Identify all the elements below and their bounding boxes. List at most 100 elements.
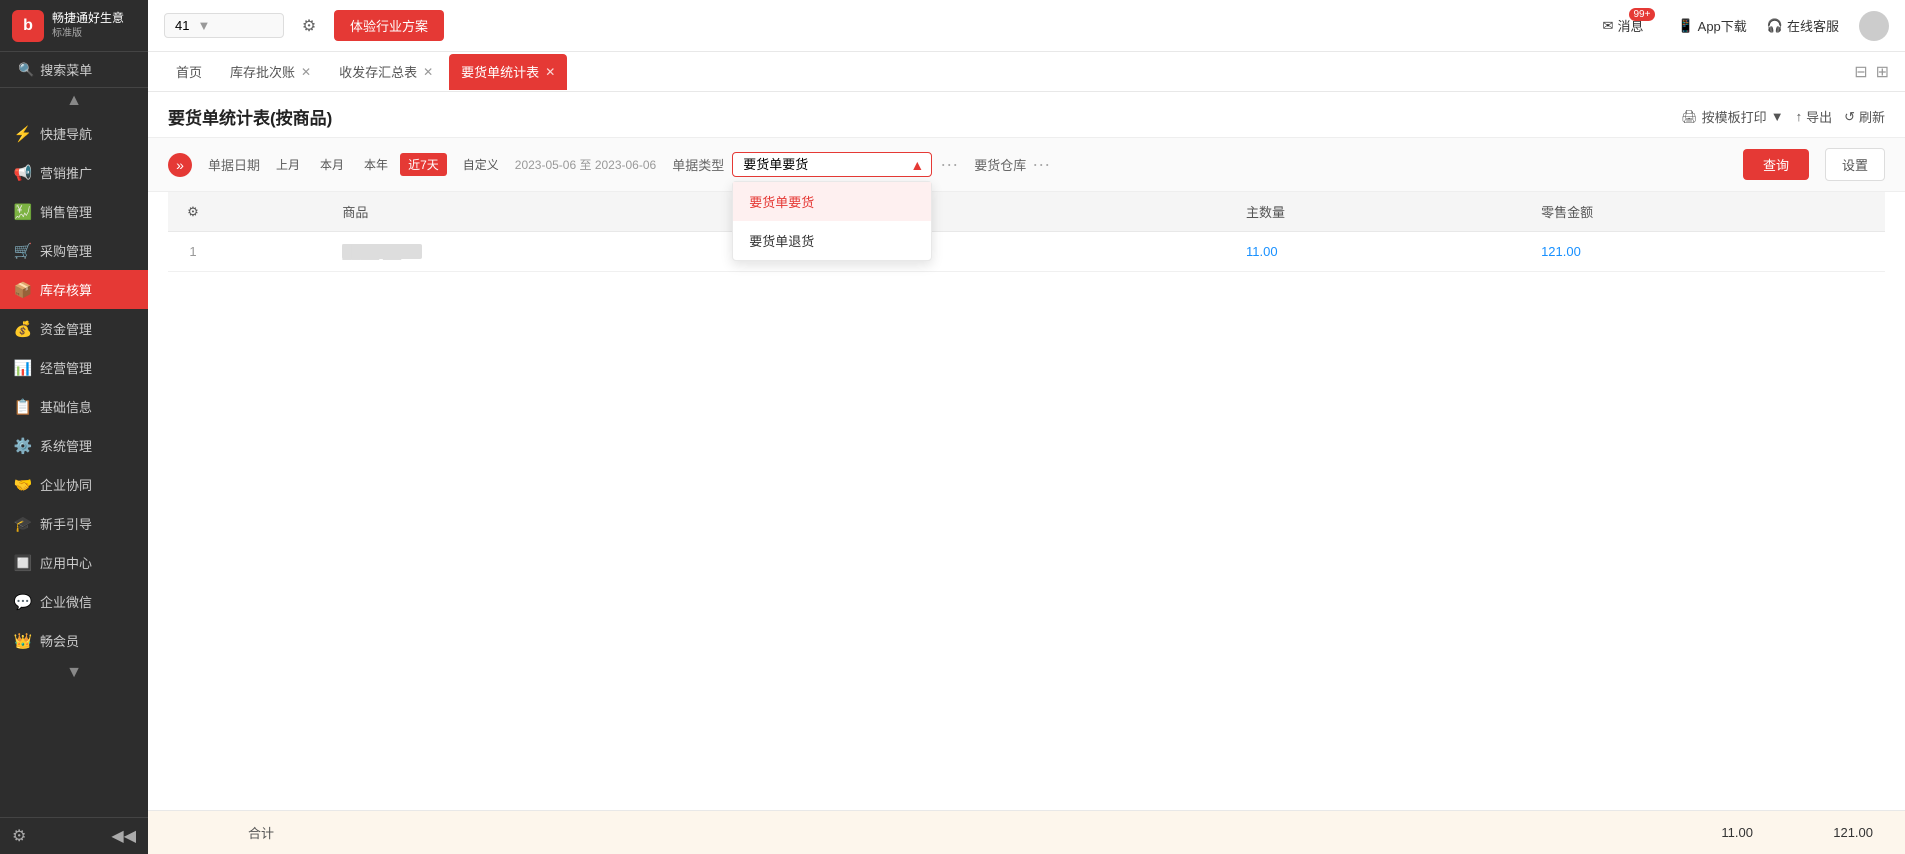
sidebar-item-system[interactable]: ⚙️ 系统管理 [0,426,148,465]
sidebar-item-wechat[interactable]: 💬 企业微信 [0,582,148,621]
guide-icon: 🎓 [14,515,32,533]
sidebar-item-guide[interactable]: 🎓 新手引导 [0,504,148,543]
warehouse-more-icon[interactable]: ··· [1032,154,1050,175]
sidebar-item-apps[interactable]: 🔲 应用中心 [0,543,148,582]
settings-footer-icon[interactable]: ⚙ [12,826,26,846]
date-tab-this-month[interactable]: 本月 [312,153,352,176]
expand-icon: » [176,157,184,173]
print-icon: 🖨 [1681,109,1698,125]
tab-home[interactable]: 首页 [164,54,214,90]
data-table: ⚙ 商品 主计量单位 主数量 零售金额 1 ████ ██ [168,192,1885,272]
sidebar-item-collab[interactable]: 🤝 企业协同 [0,465,148,504]
online-service-btn[interactable]: 🎧 在线客服 [1767,16,1839,35]
date-tab-custom[interactable]: 自定义 [455,153,507,176]
marketing-icon: 📢 [14,164,32,182]
company-selector[interactable]: 41 ▼ [164,13,284,38]
sidebar-item-marketing[interactable]: 📢 营销推广 [0,153,148,192]
doc-type-dropdown: 要货单要货 要货单退货 [732,181,932,261]
settings-filter-btn[interactable]: 设置 [1825,148,1885,181]
filter-expand-btn[interactable]: » [168,153,192,177]
top-bar-left: 41 ▼ ⚙ 体验行业方案 [164,10,444,41]
tab-expand-area: ⊟ ⊞ [1854,62,1889,82]
table-col-amount: 零售金额 [1529,192,1885,232]
warehouse-label: 要货仓库 [974,155,1026,174]
sidebar-item-purchase[interactable]: 🛒 采购管理 [0,231,148,270]
sidebar-footer: ⚙ ◀◀ [0,817,148,854]
table-cell-quantity[interactable]: 11.00 [1234,232,1529,272]
sidebar-brand: 畅捷通好生意 标准版 [52,11,124,40]
sidebar-item-quick-nav[interactable]: ⚡ 快捷导航 [0,114,148,153]
tab-minimize-icon[interactable]: ⊟ [1854,62,1867,82]
tab-order-summary[interactable]: 要货单统计表 ✕ [449,54,567,90]
date-tab-last-7-days[interactable]: 近7天 [400,153,447,176]
table-area: ⚙ 商品 主计量单位 主数量 零售金额 1 ████ ██ [148,192,1905,810]
main-content: 41 ▼ ⚙ 体验行业方案 ✉ 消息 99+ 📱 App下载 🎧 在线客服 [148,0,1905,854]
tab-batch-account-close[interactable]: ✕ [301,66,311,78]
headset-icon: 🎧 [1767,18,1783,34]
apps-icon: 🔲 [14,554,32,572]
date-tabs: 上月 本月 本年 近7天 [268,153,447,176]
sidebar-scroll-up[interactable]: ▲ [0,88,148,114]
sidebar-item-business[interactable]: 📊 经营管理 [0,348,148,387]
top-bar-right: ✉ 消息 99+ 📱 App下载 🎧 在线客服 [1603,11,1889,41]
topbar-settings-icon[interactable]: ⚙ [294,11,324,41]
total-amount: 121.00 [1765,825,1885,840]
date-filter-group: 单据日期 上月 本月 本年 近7天 自定义 2023-05-06 至 2023-… [208,153,656,176]
table-col-settings[interactable]: ⚙ [168,192,218,232]
dropdown-item-return[interactable]: 要货单退货 [733,221,931,260]
table-header-row: ⚙ 商品 主计量单位 主数量 零售金额 [168,192,1885,232]
sidebar-nav: ▲ ⚡ 快捷导航 📢 营销推广 💹 销售管理 🛒 采购管理 📦 库存核算 💰 资… [0,88,148,817]
export-icon: ↑ [1796,109,1803,124]
dropdown-item-purchase[interactable]: 要货单要货 [733,182,931,221]
system-icon: ⚙️ [14,437,32,455]
collapse-sidebar-icon[interactable]: ◀◀ [111,826,136,846]
page-actions: 🖨 按模板打印 ▼ ↑ 导出 ↺ 刷新 [1681,107,1885,126]
sales-icon: 💹 [14,203,32,221]
doc-type-select[interactable]: 要货单要货 要货单退货 [732,152,932,177]
doc-type-label: 单据类型 [672,155,724,174]
sidebar-item-basic[interactable]: 📋 基础信息 [0,387,148,426]
total-quantity: 11.00 [1645,825,1765,840]
tab-bar: 首页 库存批次账 ✕ 收发存汇总表 ✕ 要货单统计表 ✕ ⊟ ⊞ [148,52,1905,92]
purchase-icon: 🛒 [14,242,32,260]
total-label: 合计 [248,823,298,842]
date-tab-prev-month[interactable]: 上月 [268,153,308,176]
warehouse-filter-group: 要货仓库 ··· [974,154,1050,175]
tab-collection-summary[interactable]: 收发存汇总表 ✕ [327,54,445,90]
sidebar-item-inventory[interactable]: 📦 库存核算 [0,270,148,309]
export-btn[interactable]: ↑ 导出 [1796,107,1833,126]
page-area: 要货单统计表(按商品) 🖨 按模板打印 ▼ ↑ 导出 ↺ 刷新 [148,92,1905,854]
tab-maximize-icon[interactable]: ⊞ [1876,62,1889,82]
query-btn[interactable]: 查询 [1743,149,1809,180]
user-avatar[interactable] [1859,11,1889,41]
messages-btn[interactable]: ✉ 消息 99+ [1603,16,1644,35]
tab-order-summary-close[interactable]: ✕ [545,66,555,78]
refresh-icon: ↺ [1844,109,1855,125]
table-cell-amount[interactable]: 121.00 [1529,232,1885,272]
filter-bar: » 单据日期 上月 本月 本年 近7天 自定义 2023-05-06 至 202… [148,137,1905,192]
sidebar-search[interactable]: 🔍 搜索菜单 [0,52,148,88]
tab-batch-account[interactable]: 库存批次账 ✕ [218,54,323,90]
doc-type-select-wrapper: 要货单要货 要货单退货 ▲ [732,152,932,177]
date-tab-this-year[interactable]: 本年 [356,153,396,176]
business-icon: 📊 [14,359,32,377]
print-template-btn[interactable]: 🖨 按模板打印 ▼ [1681,107,1783,126]
app-download-btn[interactable]: 📱 App下载 [1677,16,1746,35]
table-cell-no-extra [218,232,330,272]
sidebar-item-sales[interactable]: 💹 销售管理 [0,192,148,231]
table-cell-no: 1 [168,232,218,272]
sidebar-scroll-down[interactable]: ▼ [0,660,148,686]
sidebar-item-finance[interactable]: 💰 资金管理 [0,309,148,348]
tab-collection-summary-close[interactable]: ✕ [423,66,433,78]
date-filter-label: 单据日期 [208,155,260,174]
inventory-icon: 📦 [14,281,32,299]
page-header: 要货单统计表(按商品) 🖨 按模板打印 ▼ ↑ 导出 ↺ 刷新 [148,92,1905,137]
table-footer: 合计 11.00 121.00 [148,810,1905,854]
promo-button[interactable]: 体验行业方案 [334,10,444,41]
refresh-btn[interactable]: ↺ 刷新 [1844,107,1885,126]
sidebar-item-member[interactable]: 👑 畅会员 [0,621,148,660]
table-col-no [218,192,330,232]
doc-type-filter-group: 单据类型 要货单要货 要货单退货 ▲ 要货单要货 要货单退货 [672,152,958,177]
table-row: 1 ████ ██ 块 11.00 121.00 [168,232,1885,272]
filter-more-icon[interactable]: ··· [940,154,958,175]
